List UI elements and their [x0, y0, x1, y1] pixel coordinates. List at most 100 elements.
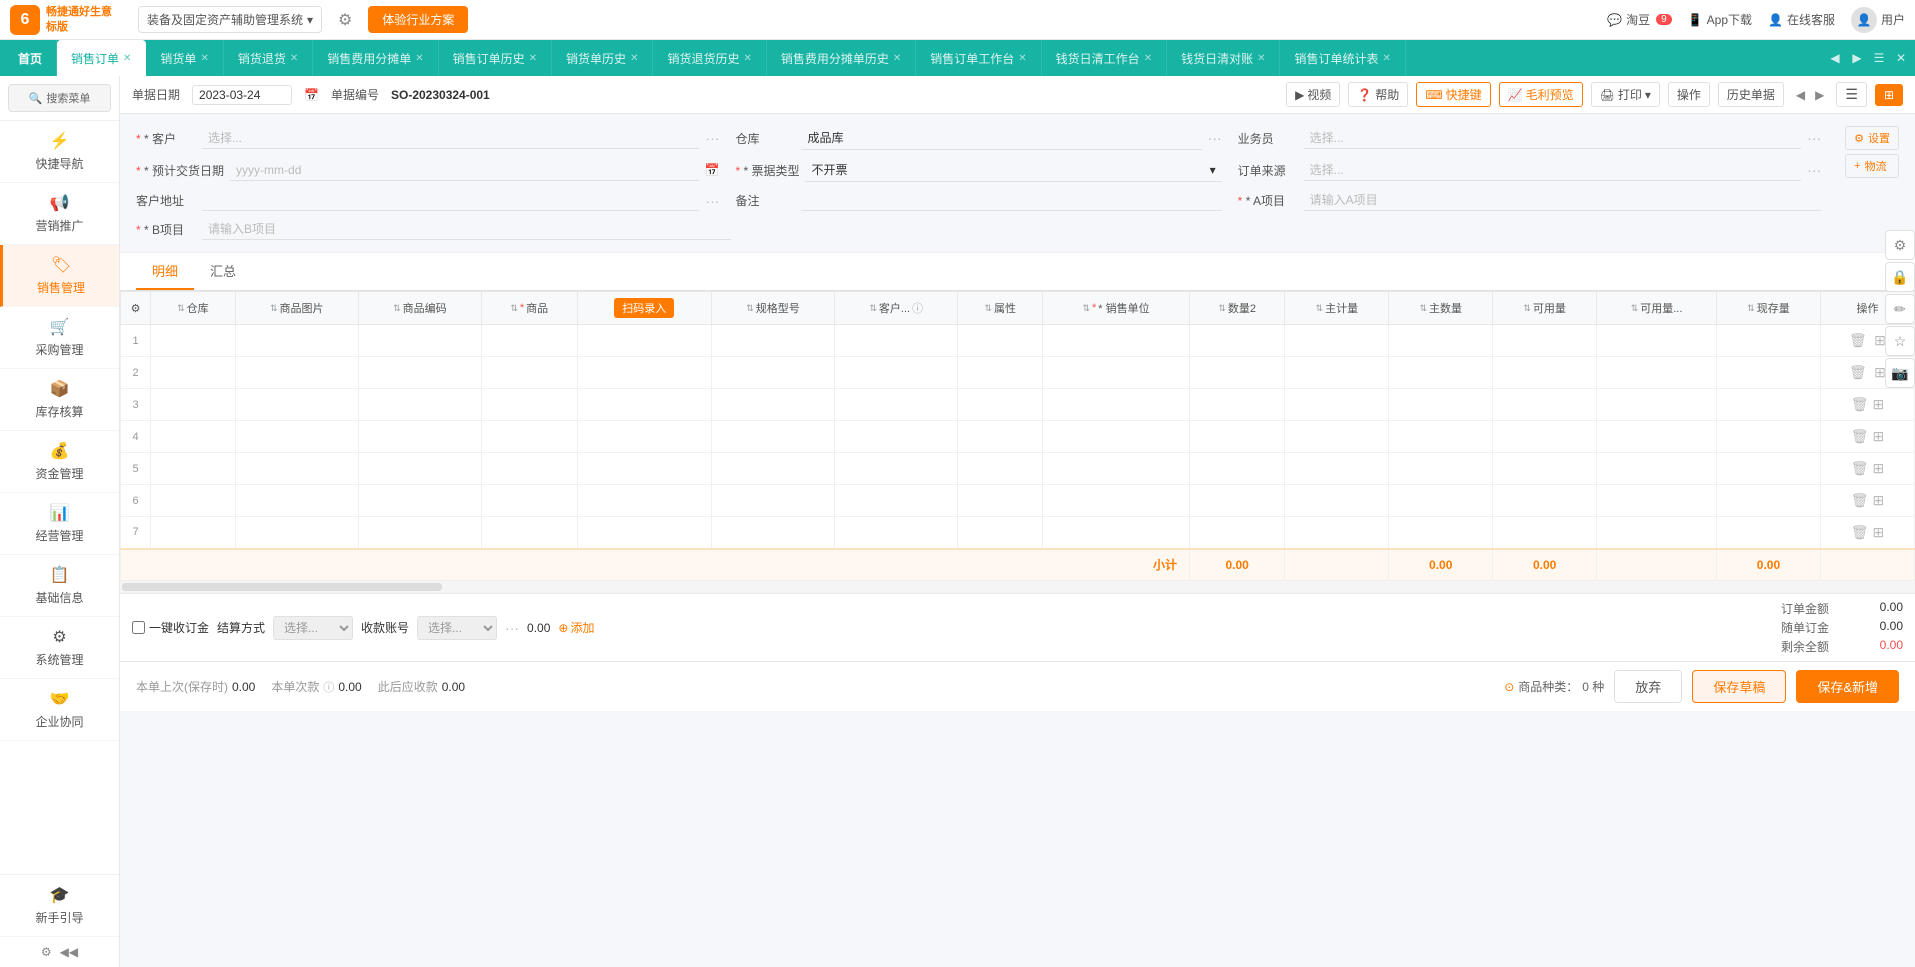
delete-icon[interactable]: 🗑	[1851, 396, 1869, 412]
sidebar-item-inventory[interactable]: 📦 库存核算	[0, 369, 119, 431]
cell-name-1[interactable]	[481, 325, 577, 357]
close-icon[interactable]: ✕	[1257, 53, 1265, 64]
discard-button[interactable]: 放弃	[1614, 670, 1682, 703]
profit-btn[interactable]: 📈 毛利预览	[1499, 82, 1583, 107]
cell-warehouse-3[interactable]	[151, 389, 236, 421]
sort-icon[interactable]: ⇅	[1747, 303, 1755, 314]
sort-icon[interactable]: ⇅	[1316, 303, 1324, 314]
close-icon[interactable]: ✕	[200, 53, 208, 64]
add-button[interactable]: ⊕ 添加	[558, 619, 594, 636]
tab-sales-expense[interactable]: 销售费用分摊单 ✕	[313, 40, 438, 76]
tab-home[interactable]: 首页	[4, 40, 57, 76]
grid-view-btn[interactable]: ☰	[1836, 82, 1867, 107]
view-btn[interactable]: ▶ 视频	[1286, 82, 1340, 107]
copy-icon[interactable]: ⊞	[1872, 428, 1884, 444]
cell-code-1[interactable]	[358, 325, 481, 357]
sort-icon[interactable]: ⇅	[177, 303, 185, 314]
sidebar-item-purchase[interactable]: 🛒 采购管理	[0, 307, 119, 369]
close-icon[interactable]: ✕	[743, 53, 751, 64]
cell-custcode-1[interactable]	[835, 325, 958, 357]
search-menu-button[interactable]: 🔍 搜索菜单	[8, 84, 111, 112]
invoice-select[interactable]: 不开票 ▾	[805, 158, 1221, 182]
customer-more-icon[interactable]: ···	[705, 130, 719, 146]
print-btn[interactable]: 🖨 打印 ▾	[1591, 82, 1660, 107]
tab-expense-history[interactable]: 销售费用分摊单历史 ✕	[767, 40, 916, 76]
cell-warehouse-2[interactable]	[151, 357, 236, 389]
copy-icon[interactable]: ⊞	[1872, 492, 1884, 508]
online-service-item[interactable]: 👤 在线客服	[1768, 11, 1835, 28]
close-icon[interactable]: ✕	[415, 53, 423, 64]
tab-sales-order[interactable]: 销售订单 ✕	[57, 40, 146, 76]
delete-icon[interactable]: 🗑	[1849, 332, 1867, 348]
float-camera-btn[interactable]: 📷	[1885, 358, 1915, 388]
sort-icon[interactable]: ⇅	[1419, 303, 1427, 314]
copy-icon[interactable]: ⊞	[1872, 524, 1884, 540]
close-icon[interactable]: ✕	[1144, 53, 1152, 64]
sort-icon[interactable]: ⇅	[393, 303, 401, 314]
history-btn[interactable]: 历史单据	[1718, 82, 1784, 107]
tab-daily-reconcile[interactable]: 钱货日清对账 ✕	[1167, 40, 1280, 76]
th-settings[interactable]: ⚙	[121, 292, 151, 325]
shortcut-btn[interactable]: ⌨ 快捷键	[1416, 82, 1490, 107]
delete-icon[interactable]: 🗑	[1851, 492, 1869, 508]
sidebar-item-finance[interactable]: 💰 资金管理	[0, 431, 119, 493]
copy-icon[interactable]: ⊞	[1872, 396, 1884, 412]
delete-icon[interactable]: 🗑	[1851, 524, 1869, 540]
checkout-checkbox-input[interactable]	[132, 621, 145, 634]
notes-input[interactable]	[801, 190, 1221, 211]
scan-button[interactable]: 扫码录入	[614, 298, 674, 318]
account-select[interactable]: 选择...	[417, 616, 497, 640]
float-lock-btn[interactable]: 🔒	[1885, 262, 1915, 292]
cell-attr-2[interactable]	[958, 357, 1043, 389]
customer-input[interactable]	[202, 128, 699, 149]
close-icon[interactable]: ✕	[123, 53, 131, 64]
calendar2-icon[interactable]: 📅	[705, 163, 720, 177]
tab-detail[interactable]: 明细	[136, 253, 194, 290]
sidebar-item-system[interactable]: ⚙ 系统管理	[0, 617, 119, 679]
cell-mainqty-1[interactable]	[1389, 325, 1493, 357]
tab-order-workbench[interactable]: 销售订单工作台 ✕	[916, 40, 1041, 76]
calendar-icon[interactable]: 📅	[304, 88, 319, 102]
order-source-input[interactable]	[1304, 160, 1801, 181]
info-icon2[interactable]: ⓘ	[323, 679, 334, 695]
sort-icon[interactable]: ⇅	[869, 303, 877, 314]
sidebar-item-newbie[interactable]: 🎓 新手引导	[0, 875, 119, 937]
save-new-button[interactable]: 保存&新增	[1796, 670, 1899, 703]
tab-sales-invoice[interactable]: 销货单 ✕	[146, 40, 223, 76]
save-draft-button[interactable]: 保存草稿	[1692, 670, 1786, 703]
close-icon[interactable]: ✕	[529, 53, 537, 64]
sort-icon[interactable]: ⇅	[746, 303, 754, 314]
account-more-icon[interactable]: ···	[505, 620, 519, 636]
copy-icon[interactable]: ⊞	[1872, 460, 1884, 476]
sidebar-item-sales[interactable]: 🏷 销售管理	[0, 245, 119, 307]
project-b-input[interactable]	[202, 219, 731, 240]
delete-icon[interactable]: 🗑	[1849, 364, 1867, 380]
delivery-date-input[interactable]	[230, 160, 698, 181]
tab-order-stats[interactable]: 销售订单统计表 ✕	[1280, 40, 1405, 76]
system-selector[interactable]: 装备及固定资产辅助管理系统 ▾	[138, 6, 322, 33]
checkout-checkbox[interactable]: 一键收订金	[132, 619, 209, 636]
cell-custcode-2[interactable]	[835, 357, 958, 389]
close-icon[interactable]: ✕	[1018, 53, 1026, 64]
sort-icon[interactable]: ⇅	[1082, 303, 1090, 314]
scroll-thumb[interactable]	[122, 583, 442, 591]
tab-sales-order-history[interactable]: 销售订单历史 ✕	[439, 40, 552, 76]
sidebar-item-operations[interactable]: 📊 经营管理	[0, 493, 119, 555]
expand-btn[interactable]: ⊞	[1875, 84, 1903, 106]
cell-code-2[interactable]	[358, 357, 481, 389]
sort-icon[interactable]: ⇅	[510, 303, 518, 314]
cell-mainqty-2[interactable]	[1389, 357, 1493, 389]
info-icon[interactable]: ⓘ	[912, 300, 923, 316]
add-field-button[interactable]: + 物流	[1845, 154, 1899, 178]
settings-icon[interactable]: ⚙	[330, 6, 360, 34]
sidebar-item-basic[interactable]: 📋 基础信息	[0, 555, 119, 617]
product-count-icon[interactable]: ⊙	[1504, 680, 1514, 694]
settings-button[interactable]: ⚙ 设置	[1845, 126, 1899, 150]
tab-invoice-history[interactable]: 销货单历史 ✕	[552, 40, 653, 76]
cell-spec-1[interactable]	[711, 325, 834, 357]
project-a-input[interactable]	[1304, 190, 1821, 211]
tab-return-history[interactable]: 销货退货历史 ✕	[653, 40, 766, 76]
sort-icon[interactable]: ⇅	[270, 303, 278, 314]
close-icon[interactable]: ✕	[1383, 53, 1391, 64]
delete-icon[interactable]: 🗑	[1851, 428, 1869, 444]
